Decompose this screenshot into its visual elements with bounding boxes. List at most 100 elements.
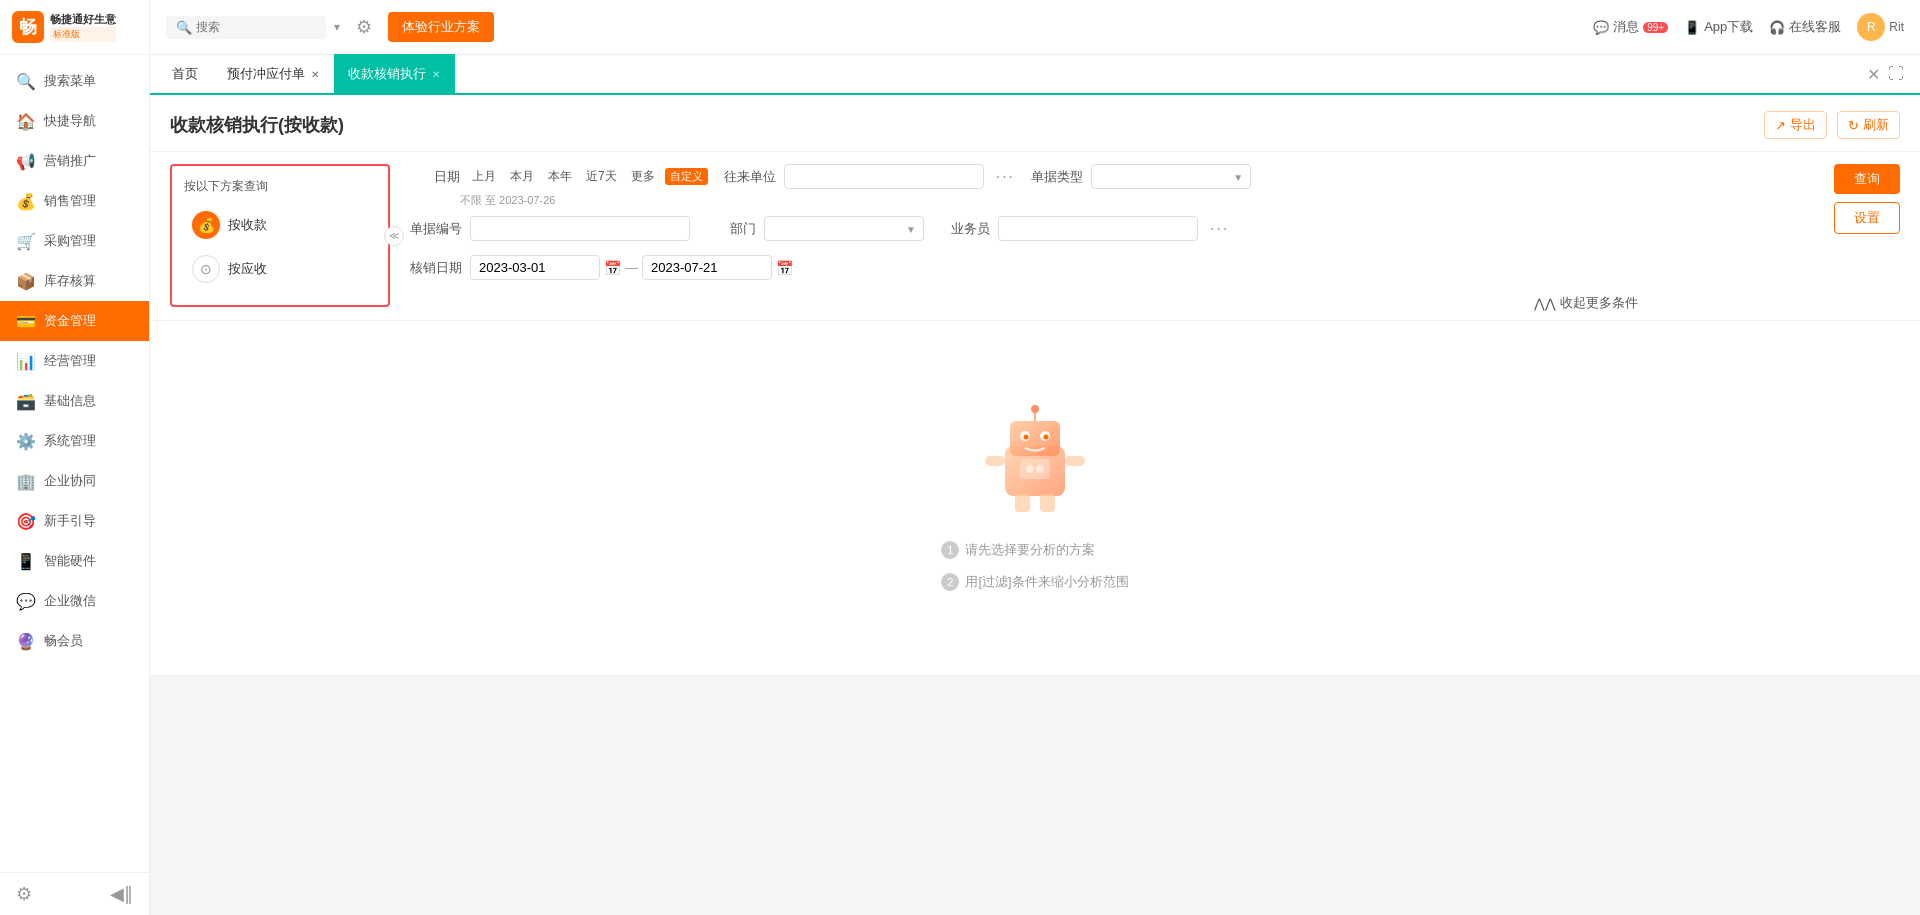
filter-panel-box: 按以下方案查询 💰 按收款 ⊙ 按应收 ≪ [170,164,390,307]
collapse-more-button[interactable]: ⋀⋀ 收起更多条件 [1534,294,1638,312]
dept-select[interactable] [764,216,924,241]
topbar-left: 🔍 ▾ ⚙ 体验行业方案 [166,12,1593,42]
collapse-sidebar-icon[interactable]: ◀‖ [110,883,133,905]
refresh-button[interactable]: ↻ 刷新 [1837,111,1900,139]
inventory-icon: 📦 [16,271,36,291]
username-label: Rit [1889,20,1904,34]
search-input[interactable] [196,20,296,34]
sidebar-item-wechat[interactable]: 💬 企业微信 [0,581,149,621]
service-item[interactable]: 🎧 在线客服 [1769,18,1841,36]
tab-receipt-offset[interactable]: 收款核销执行 ✕ [334,54,455,94]
marketing-icon: 📢 [16,151,36,171]
guide-icon: 🎯 [16,511,36,531]
sidebar-label-wechat: 企业微信 [44,592,96,610]
export-button[interactable]: ↗ 导出 [1764,111,1827,139]
date-this-month[interactable]: 本月 [506,166,538,187]
message-icon: 💬 [1593,20,1609,35]
svg-rect-10 [1015,494,1030,512]
sidebar-label-enterprise: 企业协同 [44,472,96,490]
empty-tip-2: 2 用[过滤]条件来缩小分析范围 [941,569,1128,595]
topbar-gear-icon[interactable]: ⚙ [356,16,372,38]
bill-type-field: 单据类型 [1031,164,1251,189]
writeoff-end-calendar-icon[interactable]: 📅 [776,260,793,276]
sidebar-item-quick-nav[interactable]: 🏠 快捷导航 [0,101,149,141]
sidebar-item-finance[interactable]: 💳 资金管理 [0,301,149,341]
date-last-month[interactable]: 上月 [468,166,500,187]
counterparty-more-icon[interactable]: ··· [996,168,1015,186]
writeoff-start-calendar-icon[interactable]: 📅 [604,260,621,276]
tip-text-2: 用[过滤]条件来缩小分析范围 [965,569,1128,595]
sidebar-item-hardware[interactable]: 📱 智能硬件 [0,541,149,581]
sales-icon: 💰 [16,191,36,211]
svg-rect-11 [1040,494,1055,512]
expand-tab-icon[interactable]: ⛶ [1888,65,1904,83]
bill-type-select[interactable] [1091,164,1251,189]
sidebar-item-purchase[interactable]: 🛒 采购管理 [0,221,149,261]
svg-point-7 [1031,405,1039,413]
solution-button[interactable]: 体验行业方案 [388,12,494,42]
staff-more-icon[interactable]: ··· [1210,220,1229,238]
topbar-dropdown-icon[interactable]: ▾ [334,20,340,34]
basic-info-icon: 🗃️ [16,391,36,411]
filter-row-date: 日期 上月 本月 本年 近7天 更多 自定义 [410,164,1818,189]
logo-icon: 畅 [12,11,44,43]
svg-rect-12 [1020,459,1050,479]
tab-prepay-close[interactable]: ✕ [311,69,319,80]
filter-area: 按以下方案查询 💰 按收款 ⊙ 按应收 ≪ [150,152,1920,320]
counterparty-input[interactable] [784,164,984,189]
receipt-option-icon: 💰 [192,211,220,239]
date-this-year[interactable]: 本年 [544,166,576,187]
settings-icon[interactable]: ⚙ [16,883,32,905]
member-icon: 🔮 [16,631,36,651]
filter-option-receipt[interactable]: 💰 按收款 [184,205,376,245]
topbar: 🔍 ▾ ⚙ 体验行业方案 💬 消息 99+ 📱 App下载 🎧 在线客服 R [150,0,1920,55]
message-item[interactable]: 💬 消息 99+ [1593,18,1668,36]
svg-rect-9 [1065,456,1085,466]
tab-receipt-close[interactable]: ✕ [432,69,440,80]
tab-home[interactable]: 首页 [158,54,213,94]
tabbar-actions: ✕ ⛶ [1867,65,1912,84]
filter-panel-title: 按以下方案查询 [184,178,376,195]
main-content: 🔍 ▾ ⚙ 体验行业方案 💬 消息 99+ 📱 App下载 🎧 在线客服 R [150,0,1920,915]
message-badge: 99+ [1643,22,1668,33]
staff-input[interactable] [998,216,1198,241]
sidebar-item-marketing[interactable]: 📢 营销推广 [0,141,149,181]
search-icon: 🔍 [16,71,36,91]
bill-no-field: 单据编号 [410,216,690,241]
sidebar-item-search[interactable]: 🔍 搜索菜单 [0,61,149,101]
sidebar-item-member[interactable]: 🔮 畅会员 [0,621,149,661]
sidebar-label-finance: 资金管理 [44,312,96,330]
filter-option-receivable[interactable]: ⊙ 按应收 [184,249,376,289]
tab-prepay[interactable]: 预付冲应付单 ✕ [213,54,334,94]
date-custom-badge[interactable]: 自定义 [665,168,708,185]
sidebar-item-management[interactable]: 📊 经营管理 [0,341,149,381]
sidebar-item-guide[interactable]: 🎯 新手引导 [0,501,149,541]
app-label: App下载 [1704,18,1753,36]
search-box[interactable]: 🔍 [166,16,326,39]
sidebar-item-enterprise[interactable]: 🏢 企业协同 [0,461,149,501]
quick-nav-icon: 🏠 [16,111,36,131]
writeoff-start-input[interactable] [470,255,600,280]
sidebar-label-quick-nav: 快捷导航 [44,112,96,130]
user-avatar[interactable]: R Rit [1857,13,1904,41]
tab-home-label: 首页 [172,65,198,83]
filter-panel-collapse-button[interactable]: ≪ [384,226,404,246]
writeoff-end-input[interactable] [642,255,772,280]
sidebar-item-system[interactable]: ⚙️ 系统管理 [0,421,149,461]
counterparty-field: 往来单位 ··· [724,164,1015,189]
query-button[interactable]: 查询 [1834,164,1900,194]
svg-point-4 [1024,435,1029,440]
sidebar-item-sales[interactable]: 💰 销售管理 [0,181,149,221]
bill-no-input[interactable] [470,216,690,241]
date-more[interactable]: 更多 [627,166,659,187]
app-download-item[interactable]: 📱 App下载 [1684,18,1753,36]
close-tab-icon[interactable]: ✕ [1867,65,1880,84]
sidebar-label-guide: 新手引导 [44,512,96,530]
page-header: 收款核销执行(按收款) ↗ 导出 ↻ 刷新 [150,95,1920,152]
date-7days[interactable]: 近7天 [582,166,621,187]
sidebar-item-basic-info[interactable]: 🗃️ 基础信息 [0,381,149,421]
sidebar-item-inventory[interactable]: 📦 库存核算 [0,261,149,301]
sidebar-label-member: 畅会员 [44,632,83,650]
finance-icon: 💳 [16,311,36,331]
settings-button[interactable]: 设置 [1834,202,1900,234]
